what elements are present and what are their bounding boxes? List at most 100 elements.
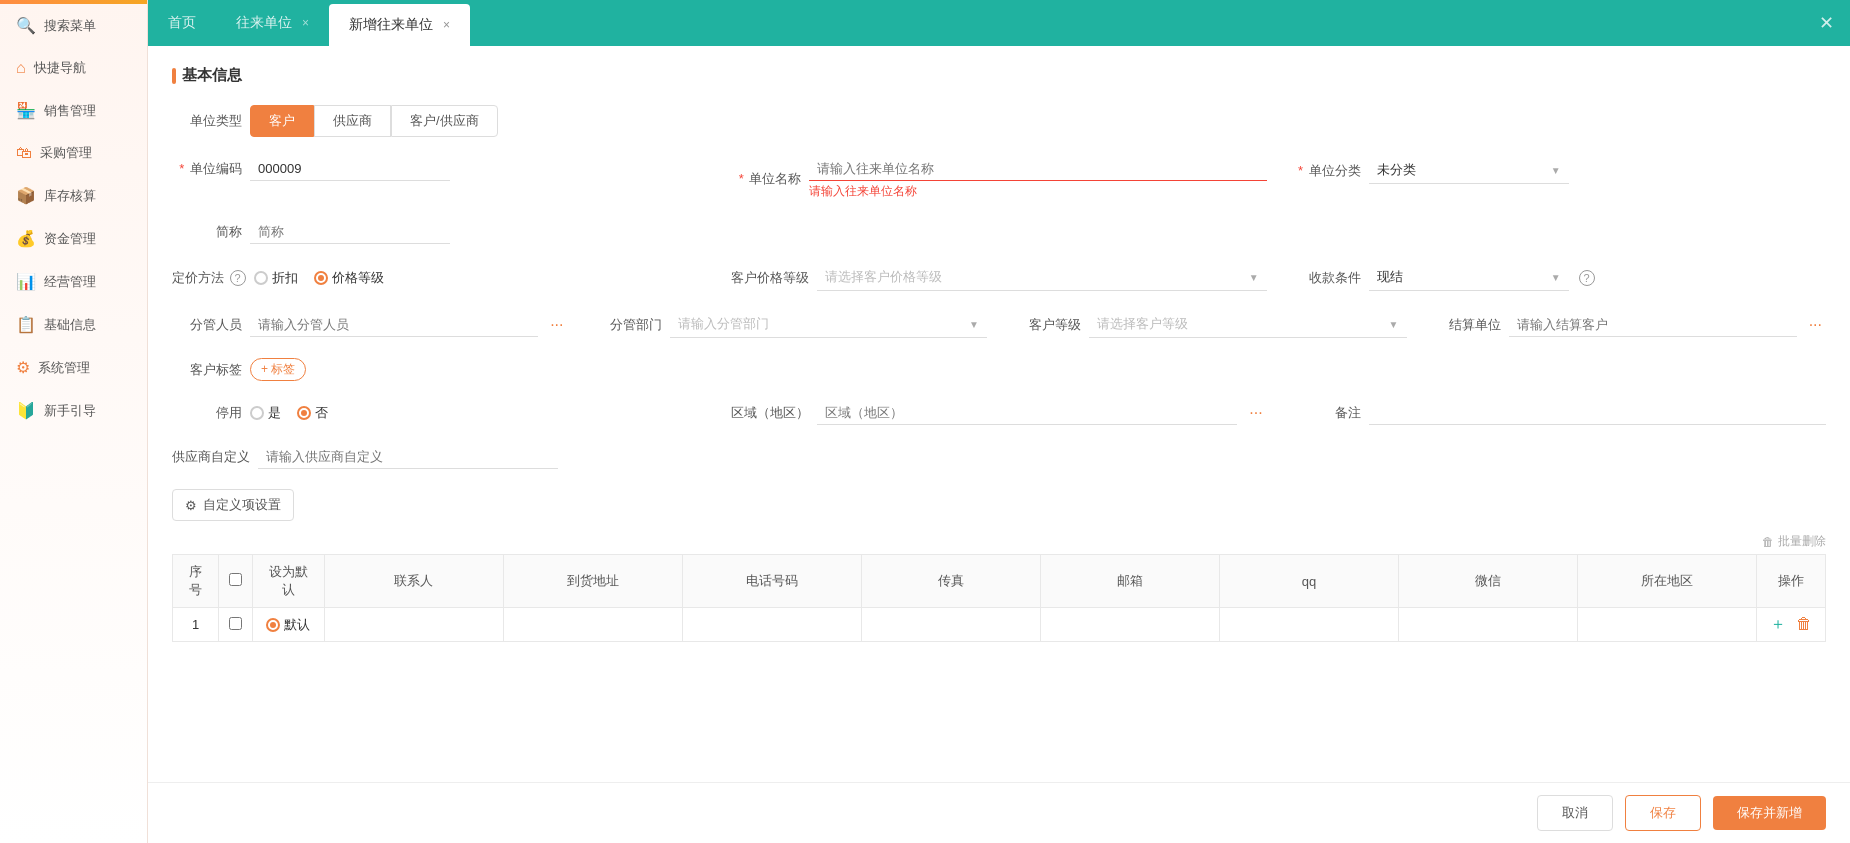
row-add-button[interactable]: ＋ (1767, 614, 1789, 635)
unit-name-input[interactable] (809, 157, 1266, 181)
abbr-input[interactable] (250, 220, 450, 244)
cell-email[interactable] (1040, 608, 1219, 642)
area-label: 区域（地区） (731, 404, 809, 422)
row-unit-info: * 单位编码 * 单位名称 请输入往来单位名称 * (172, 157, 1826, 200)
note-input[interactable] (1369, 401, 1826, 425)
disabled-radio-no[interactable]: 否 (297, 404, 328, 422)
sidebar-item-basic[interactable]: 📋 基础信息 (0, 303, 147, 346)
system-icon: ⚙ (16, 358, 30, 377)
unit-category-select[interactable]: 未分类 ▼ (1369, 157, 1569, 184)
sidebar-item-inventory[interactable]: 📦 库存核算 (0, 174, 147, 217)
sidebar-item-label: 基础信息 (44, 316, 96, 334)
settlement-label: 结算单位 (1431, 316, 1501, 334)
area-more-btn[interactable]: ··· (1245, 404, 1266, 422)
sidebar-item-finance[interactable]: 💰 资金管理 (0, 217, 147, 260)
tab-partners[interactable]: 往来单位 × (216, 0, 329, 46)
region-input[interactable] (1588, 617, 1746, 632)
pricing-radio-group: 折扣 价格等级 (254, 269, 384, 287)
custom-settings-button[interactable]: ⚙ 自定义项设置 (172, 489, 294, 521)
cell-fax[interactable] (861, 608, 1040, 642)
radio-circle-yes (250, 406, 264, 420)
cell-phone[interactable] (682, 608, 861, 642)
email-input[interactable] (1051, 617, 1209, 632)
wechat-input[interactable] (1409, 617, 1567, 632)
disabled-option-yes: 是 (268, 404, 281, 422)
row-tags: 客户标签 + 标签 (172, 358, 1826, 381)
cell-contact[interactable] (324, 608, 503, 642)
sidebar-item-operations[interactable]: 📊 经营管理 (0, 260, 147, 303)
unit-code-input[interactable] (250, 157, 450, 181)
group-unit-category: * 单位分类 未分类 ▼ (1291, 157, 1826, 184)
type-btn-customer[interactable]: 客户 (250, 105, 314, 137)
save-button[interactable]: 保存 (1625, 795, 1701, 831)
settlement-input[interactable] (1509, 313, 1797, 337)
area-input[interactable] (817, 401, 1237, 425)
fax-input[interactable] (872, 617, 1030, 632)
batch-delete-icon: 🗑 (1762, 535, 1774, 549)
finance-icon: 💰 (16, 229, 36, 248)
add-tag-button[interactable]: + 标签 (250, 358, 306, 381)
pricing-radio-discount[interactable]: 折扣 (254, 269, 298, 287)
sidebar-item-system[interactable]: ⚙ 系统管理 (0, 346, 147, 389)
unit-name-wrapper: 请输入往来单位名称 (809, 157, 1266, 200)
group-unit-code: * 单位编码 (172, 157, 707, 181)
supplier-custom-label: 供应商自定义 (172, 448, 250, 466)
sidebar-item-quick-nav[interactable]: ⌂ 快捷导航 (0, 47, 147, 89)
select-all-checkbox[interactable] (229, 573, 242, 586)
cell-address[interactable] (503, 608, 682, 642)
cell-region[interactable] (1578, 608, 1757, 642)
group-supplier-custom: 供应商自定义 (172, 445, 1826, 469)
col-qq: qq (1220, 555, 1399, 608)
save-and-new-button[interactable]: 保存并新增 (1713, 796, 1826, 830)
disabled-radio-yes[interactable]: 是 (250, 404, 281, 422)
col-phone: 电话号码 (682, 555, 861, 608)
cell-actions: ＋ 🗑 (1757, 608, 1826, 642)
sidebar-item-guide[interactable]: 🔰 新手引导 (0, 389, 147, 432)
cell-check[interactable] (219, 608, 253, 642)
group-dept: 分管部门 请输入分管部门 ▼ (592, 311, 988, 338)
customer-price-select[interactable]: 请选择客户价格等级 ▼ (817, 264, 1266, 291)
cell-wechat[interactable] (1399, 608, 1578, 642)
dept-select[interactable]: 请输入分管部门 ▼ (670, 311, 988, 338)
tab-home[interactable]: 首页 (148, 0, 216, 46)
row-checkbox[interactable] (229, 617, 242, 630)
type-btn-supplier[interactable]: 供应商 (314, 105, 391, 137)
group-manager: 分管人员 ··· (172, 313, 568, 337)
payment-value: 现结 (1377, 268, 1547, 286)
customer-level-select[interactable]: 请选择客户等级 ▼ (1089, 311, 1407, 338)
payment-help-icon[interactable]: ? (1579, 270, 1595, 286)
cancel-button[interactable]: 取消 (1537, 795, 1613, 831)
pricing-radio-level[interactable]: 价格等级 (314, 269, 384, 287)
pricing-option-level: 价格等级 (332, 269, 384, 287)
row-del-button[interactable]: 🗑 (1793, 615, 1815, 633)
tab-new-partner-close[interactable]: × (443, 18, 450, 32)
pricing-help-icon[interactable]: ? (230, 270, 246, 286)
settlement-more-btn[interactable]: ··· (1805, 316, 1826, 334)
default-radio[interactable]: 默认 (263, 616, 314, 634)
manager-input[interactable] (250, 313, 538, 337)
tab-bar-close-button[interactable]: ✕ (1803, 12, 1850, 34)
sidebar-item-search[interactable]: 🔍 搜索菜单 (0, 4, 147, 47)
dept-label: 分管部门 (592, 316, 662, 334)
radio-circle-level (314, 271, 328, 285)
tab-partners-close[interactable]: × (302, 16, 309, 30)
form-content: 基本信息 单位类型 客户 供应商 客户/供应商 * 单位编码 * 单位名称 (148, 46, 1850, 782)
pricing-label: 定价方法 ? (172, 269, 246, 287)
sidebar-item-purchase[interactable]: 🛍 采购管理 (0, 132, 147, 174)
tab-new-partner[interactable]: 新增往来单位 × (329, 4, 470, 46)
phone-input[interactable] (693, 617, 851, 632)
batch-delete-label[interactable]: 批量删除 (1778, 533, 1826, 550)
sidebar-item-sales[interactable]: 🏪 销售管理 (0, 89, 147, 132)
supplier-custom-input[interactable] (258, 445, 558, 469)
note-label: 备注 (1291, 404, 1361, 422)
cell-qq[interactable] (1220, 608, 1399, 642)
type-btn-both[interactable]: 客户/供应商 (391, 105, 498, 137)
qq-input[interactable] (1230, 617, 1388, 632)
payment-select[interactable]: 现结 ▼ (1369, 264, 1569, 291)
section-marker (172, 68, 176, 84)
manager-more-btn[interactable]: ··· (546, 316, 567, 334)
address-input[interactable] (514, 617, 672, 632)
home-icon: ⌂ (16, 59, 26, 77)
contact-input[interactable] (335, 617, 493, 632)
col-fax: 传真 (861, 555, 1040, 608)
